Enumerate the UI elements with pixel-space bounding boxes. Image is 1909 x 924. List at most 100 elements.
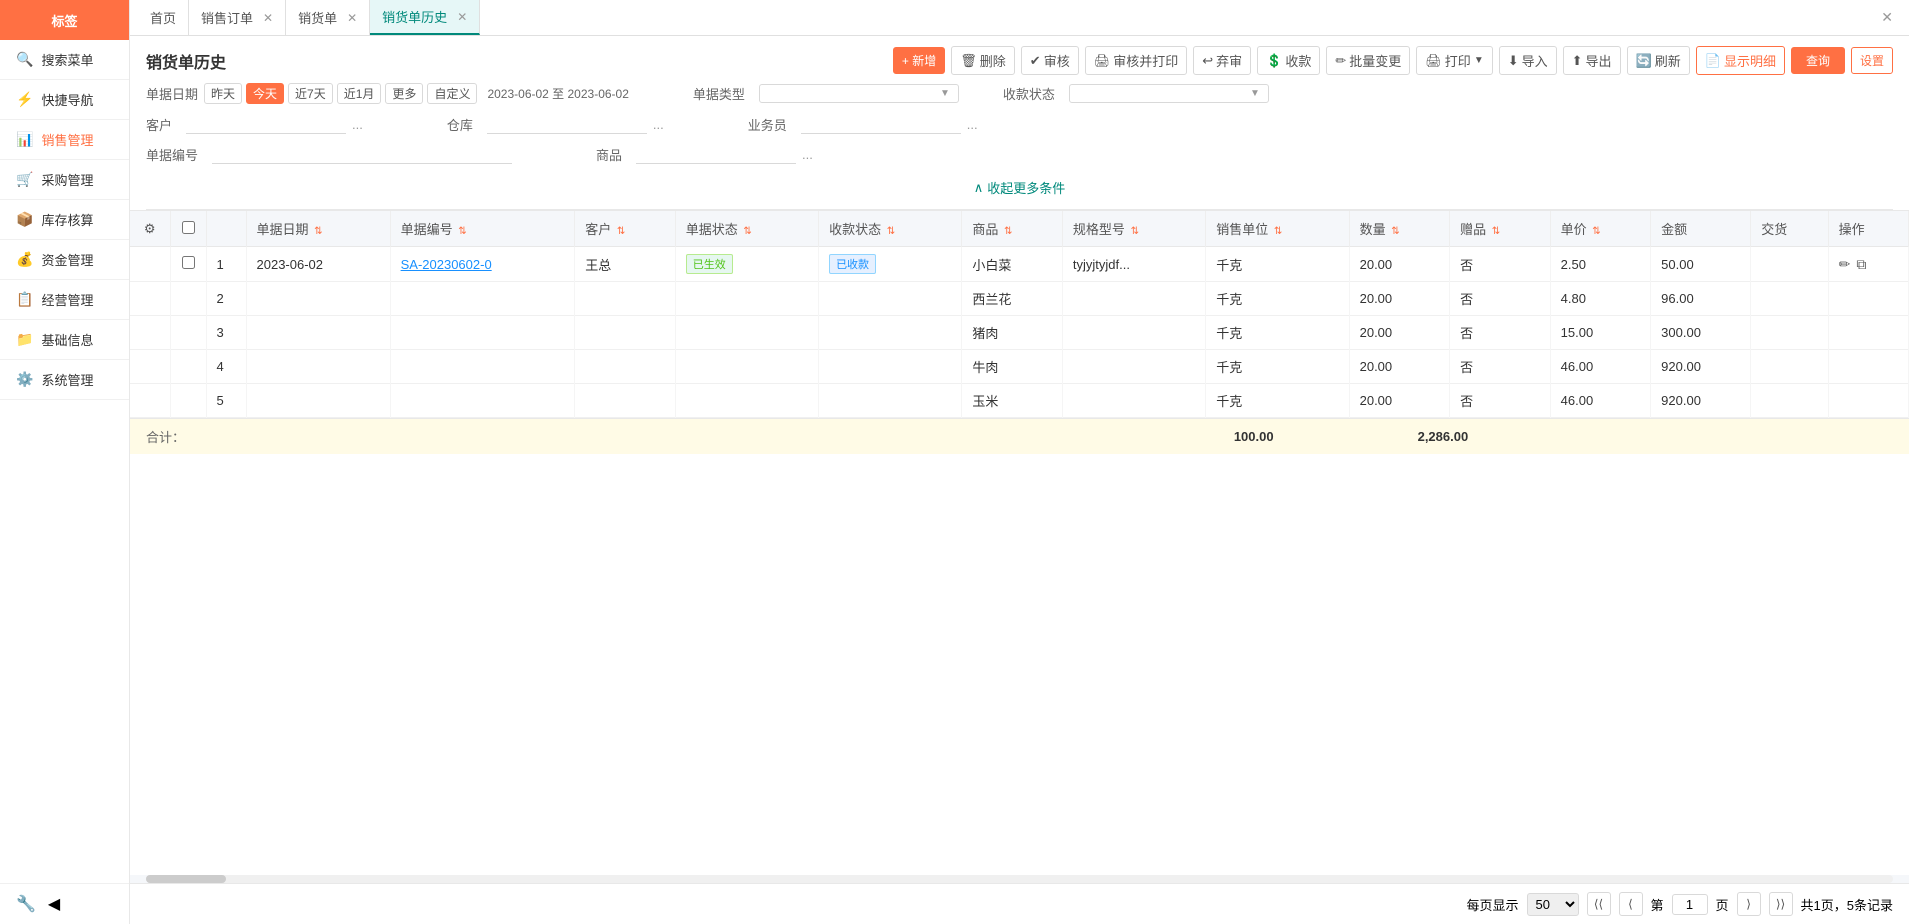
sort-collectstatus-icon: ⇅ [887,226,895,237]
select-all-checkbox[interactable] [182,221,195,234]
edit-icon[interactable]: ✏ [1839,256,1851,273]
doc-no-link[interactable]: SA-20230602-0 [401,257,492,272]
doc-type-select[interactable]: ▼ [759,84,959,103]
staff-input[interactable] [801,114,961,134]
settings-filter-button[interactable]: 设置 [1851,47,1893,74]
goods-input[interactable] [636,144,796,164]
table-header-row: ⚙ 单据日期 ⇅ 单据编号 ⇅ [130,211,1909,247]
delete-button[interactable]: 🗑 删除 [951,46,1015,75]
col-qty[interactable]: 数量 ⇅ [1349,211,1450,247]
date-btn-today[interactable]: 今天 [246,83,284,104]
per-page-select[interactable]: 50 100 200 [1527,893,1579,916]
tab-sales-order[interactable]: 销售订单 ✕ [189,0,286,35]
show-detail-button[interactable]: 📄 显示明细 [1696,46,1785,75]
page-next-btn[interactable]: ⟩ [1737,892,1761,916]
table-footer: 合计： 100.00 2,286.00 [130,418,1909,454]
sidebar-item-purchase-mgmt[interactable]: 🛒 采购管理 [0,160,129,200]
col-spec-type[interactable]: 规格型号 ⇅ [1062,211,1205,247]
tab-sales-history[interactable]: 销货单历史 ✕ [370,0,480,35]
main-area: 首页 销售订单 ✕ 销货单 ✕ 销货单历史 ✕ ✕ 销货单历史 + 新增 [130,0,1909,924]
scrollbar-thumb[interactable] [146,875,226,883]
sidebar-item-inventory-calc[interactable]: 📦 库存核算 [0,200,129,240]
row-doc-date: 2023-06-02 [246,247,390,282]
row-checkbox-cell[interactable] [170,316,206,350]
row-checkbox[interactable] [182,256,195,269]
page-input[interactable] [1672,894,1708,915]
sidebar-item-search-menu[interactable]: 🔍 搜索菜单 [0,40,129,80]
sidebar-item-basic-info[interactable]: 📁 基础信息 [0,320,129,360]
col-doc-no[interactable]: 单据编号 ⇅ [390,211,575,247]
sidebar-item-fund-mgmt[interactable]: 💰 资金管理 [0,240,129,280]
row-checkbox-cell[interactable] [170,384,206,418]
refresh-button[interactable]: 🔄 刷新 [1627,46,1690,75]
date-btn-1month[interactable]: 近1月 [337,83,382,104]
tab-sales-history-close[interactable]: ✕ [457,10,467,24]
date-btn-yesterday[interactable]: 昨天 [204,83,242,104]
row-checkbox-cell[interactable] [170,247,206,282]
warehouse-dots[interactable]: ... [653,117,664,132]
date-btn-custom[interactable]: 自定义 [427,83,477,104]
row-checkbox-cell[interactable] [170,350,206,384]
staff-dots[interactable]: ... [967,117,978,132]
warehouse-input[interactable] [487,114,647,134]
query-button[interactable]: 查询 [1791,47,1845,74]
print-button[interactable]: 🖨 打印 ▼ [1416,46,1492,75]
row-trade [1751,350,1828,384]
settings-icon[interactable]: 🔧 [16,894,36,914]
doc-no-input[interactable] [212,144,512,164]
tab-home[interactable]: 首页 [138,0,189,35]
col-customer[interactable]: 客户 ⇅ [575,211,676,247]
row-checkbox-cell[interactable] [170,282,206,316]
customer-dots[interactable]: ... [352,117,363,132]
col-doc-status[interactable]: 单据状态 ⇅ [675,211,818,247]
tab-sales-order-close[interactable]: ✕ [263,11,273,25]
sidebar-item-ops-mgmt[interactable]: 📋 经营管理 [0,280,129,320]
new-button[interactable]: + 新增 [893,47,945,74]
page-prev-btn[interactable]: ⟨ [1619,892,1643,916]
tab-sales-goods-close[interactable]: ✕ [347,11,357,25]
col-collect-status[interactable]: 收款状态 ⇅ [819,211,962,247]
tab-sales-goods-label: 销货单 [298,8,337,27]
window-close-btn[interactable]: ✕ [1881,9,1893,26]
goods-dots[interactable]: ... [802,147,813,162]
review-button[interactable]: ✔ 审核 [1021,46,1079,75]
horizontal-scrollbar[interactable] [146,875,1893,883]
filter-row-2: 客户 ... 仓库 ... 业务员 ... [146,114,1893,134]
customer-input[interactable] [186,114,346,134]
collapse-icon[interactable]: ◀ [48,894,60,914]
date-btn-7days[interactable]: 近7天 [288,83,333,104]
import-button[interactable]: ⬇ 导入 [1499,46,1557,75]
row-amount: 920.00 [1651,384,1751,418]
col-gear[interactable]: ⚙ [130,211,170,247]
collect-button[interactable]: 💲 收款 [1257,46,1320,75]
batch-change-button[interactable]: ✏ 批量变更 [1326,46,1410,75]
collapse-btn[interactable]: ∧ 收起更多条件 [146,174,1893,201]
tab-home-label: 首页 [150,8,176,27]
sidebar-item-quick-nav[interactable]: ⚡ 快捷导航 [0,80,129,120]
tab-sales-goods[interactable]: 销货单 ✕ [286,0,370,35]
doc-no-label: 单据编号 [146,145,198,164]
row-goods: 牛肉 [962,350,1063,384]
row-action [1828,282,1908,316]
sidebar-item-label: 搜索菜单 [41,50,93,69]
review-print-button[interactable]: 🖨 审核并打印 [1085,46,1188,75]
page-first-btn[interactable]: ⟨⟨ [1587,892,1611,916]
col-doc-date[interactable]: 单据日期 ⇅ [246,211,390,247]
collect-status-select[interactable]: ▼ [1069,84,1269,103]
review-print-icon: 🖨 [1094,53,1111,69]
row-doc-date [246,316,390,350]
copy-icon[interactable]: ⧉ [1856,256,1866,273]
date-btn-more[interactable]: 更多 [385,83,423,104]
col-goods[interactable]: 商品 ⇅ [962,211,1063,247]
export-button[interactable]: ⬆ 导出 [1563,46,1621,75]
col-gift[interactable]: 赠品 ⇅ [1450,211,1551,247]
col-unit-price[interactable]: 单价 ⇅ [1550,211,1651,247]
sidebar-logo: 标签 [0,0,129,40]
col-sales-unit[interactable]: 销售单位 ⇅ [1206,211,1349,247]
sidebar-item-sys-mgmt[interactable]: ⚙️ 系统管理 [0,360,129,400]
page-last-btn[interactable]: ⟩⟩ [1769,892,1793,916]
col-checkbox[interactable] [170,211,206,247]
row-action [1828,350,1908,384]
abandon-button[interactable]: ↩ 弃审 [1193,46,1251,75]
sidebar-item-sales-mgmt[interactable]: 📊 销售管理 [0,120,129,160]
